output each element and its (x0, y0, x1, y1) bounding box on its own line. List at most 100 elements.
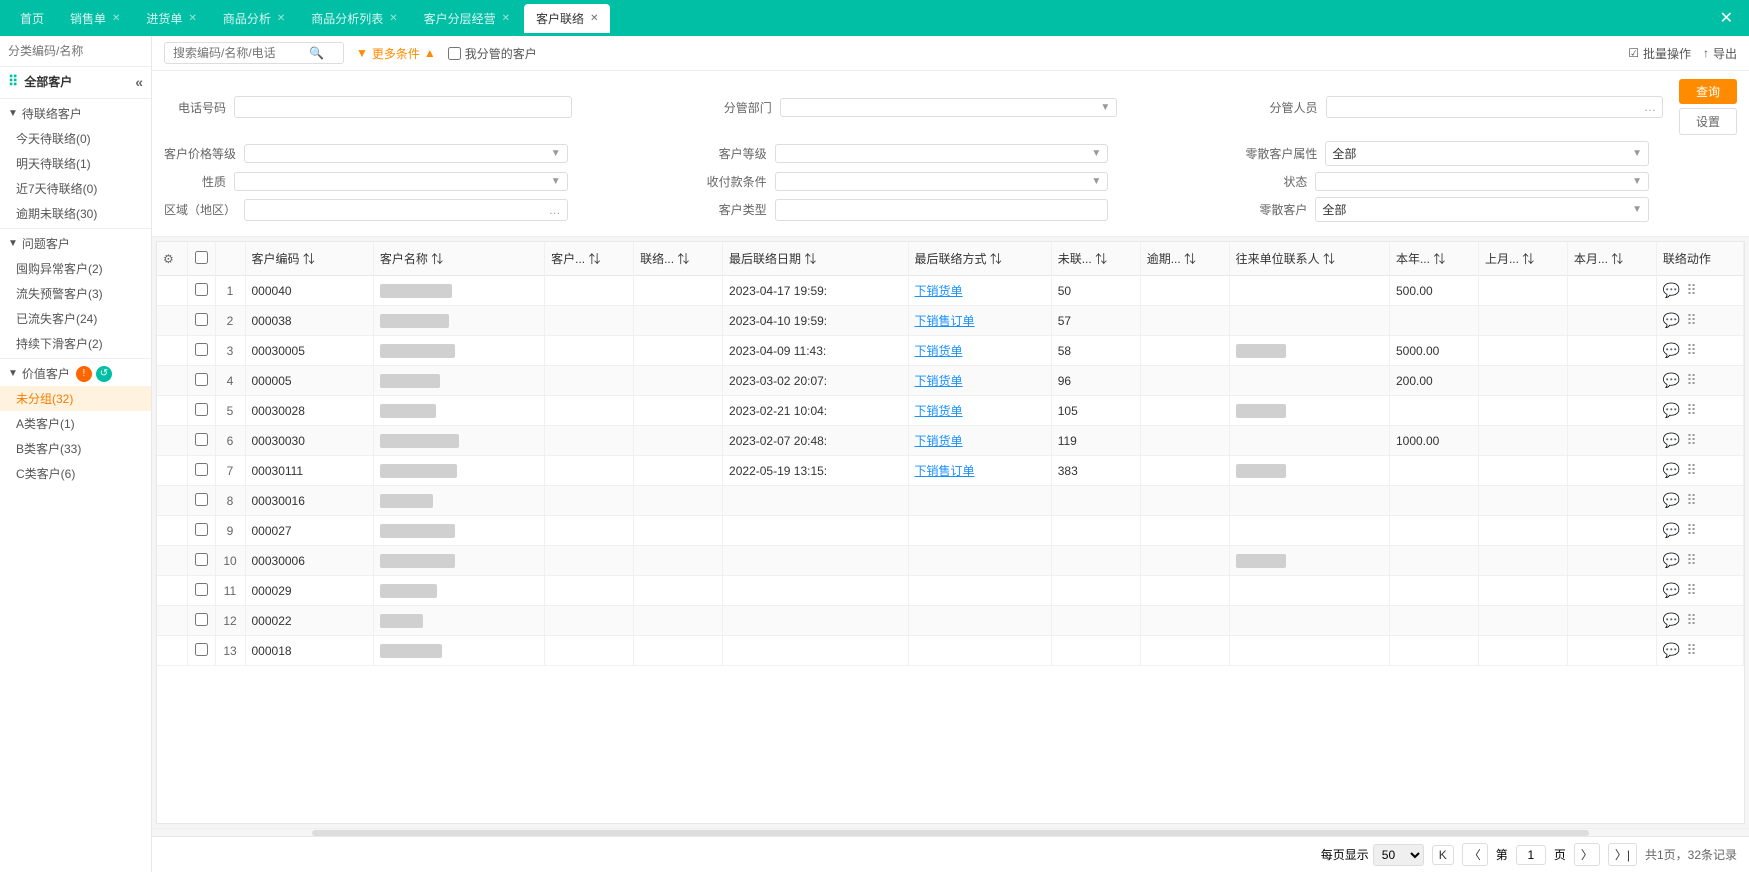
window-close-button[interactable]: ✕ (1712, 8, 1741, 28)
tab-sales[interactable]: 销售单 ✕ (58, 4, 132, 33)
last-way-link[interactable]: 下销货单 (915, 344, 963, 358)
reset-button[interactable]: 设置 (1679, 108, 1737, 135)
my-customers-check[interactable] (448, 47, 461, 60)
chat-icon[interactable]: 💬 (1663, 492, 1680, 509)
chat-icon[interactable]: 💬 (1663, 402, 1680, 419)
next-page-btn[interactable]: 〉 (1574, 843, 1600, 866)
row-checkbox[interactable] (195, 313, 208, 326)
col-last-month[interactable]: 上月... ⇅ (1478, 242, 1567, 276)
retail-attr-select[interactable]: 全部 ▼ (1325, 141, 1649, 166)
col-contact[interactable]: 联络... ⇅ (634, 242, 723, 276)
row-checkbox[interactable] (195, 463, 208, 476)
first-page-btn[interactable]: K (1432, 845, 1454, 865)
row-checkbox[interactable] (195, 523, 208, 536)
settings-gear-icon[interactable]: ⚙ (163, 252, 174, 266)
all-customers-header[interactable]: ⠿ 全部客户 « (0, 67, 151, 96)
sidebar-item-7days[interactable]: 近7天待联络(0) (0, 176, 151, 201)
grid-icon[interactable]: ⠿ (1686, 282, 1696, 299)
page-input[interactable] (1516, 845, 1546, 865)
tab-customer-contact[interactable]: 客户联络 ✕ (524, 4, 610, 33)
close-customer-contact-tab[interactable]: ✕ (590, 13, 598, 24)
chat-icon[interactable]: 💬 (1663, 342, 1680, 359)
region-select[interactable]: … (244, 199, 568, 221)
grid-icon[interactable]: ⠿ (1686, 312, 1696, 329)
phone-input[interactable] (234, 96, 572, 118)
tab-product-analysis[interactable]: 商品分析 ✕ (211, 4, 297, 33)
sidebar-item-class-c[interactable]: C类客户(6) (0, 461, 151, 486)
col-this-month[interactable]: 本月... ⇅ (1567, 242, 1656, 276)
last-way-link[interactable]: 下销货单 (915, 434, 963, 448)
select-all-checkbox[interactable] (195, 251, 208, 264)
col-unit-contact[interactable]: 往来单位联系人 ⇅ (1229, 242, 1389, 276)
batch-op-btn[interactable]: ☑ 批量操作 (1628, 45, 1691, 62)
row-checkbox[interactable] (195, 283, 208, 296)
chat-icon[interactable]: 💬 (1663, 642, 1680, 659)
retail-select[interactable]: 全部 ▼ (1315, 197, 1649, 222)
prev-page-btn[interactable]: 〈 (1462, 843, 1488, 866)
grid-icon[interactable]: ⠿ (1686, 342, 1696, 359)
row-checkbox[interactable] (195, 403, 208, 416)
grid-icon[interactable]: ⠿ (1686, 552, 1696, 569)
sidebar-collapse-btn[interactable]: « (135, 74, 143, 90)
col-code[interactable]: 客户编码 ⇅ (245, 242, 373, 276)
chat-icon[interactable]: 💬 (1663, 612, 1680, 629)
col-last-date[interactable]: 最后联络日期 ⇅ (723, 242, 908, 276)
sidebar-item-tomorrow[interactable]: 明天待联络(1) (0, 151, 151, 176)
grid-icon[interactable]: ⠿ (1686, 582, 1696, 599)
grid-icon[interactable]: ⠿ (1686, 522, 1696, 539)
status-select[interactable]: ▼ (1315, 172, 1649, 191)
chat-icon[interactable]: 💬 (1663, 522, 1680, 539)
manager-select[interactable]: … (1326, 96, 1664, 118)
main-search-input[interactable] (173, 46, 303, 60)
category-search-input[interactable] (8, 44, 152, 58)
col-name[interactable]: 客户名称 ⇅ (373, 242, 544, 276)
row-checkbox[interactable] (195, 553, 208, 566)
group-problem-header[interactable]: ▼ 问题客户 (0, 231, 151, 256)
chat-icon[interactable]: 💬 (1663, 312, 1680, 329)
col-type[interactable]: 客户... ⇅ (545, 242, 634, 276)
nature-select[interactable]: ▼ (234, 172, 568, 191)
close-product-list-tab[interactable]: ✕ (389, 13, 397, 24)
col-settings[interactable]: ⚙ (157, 242, 187, 276)
my-customers-checkbox[interactable]: 我分管的客户 (448, 45, 537, 62)
col-last-way[interactable]: 最后联络方式 ⇅ (908, 242, 1051, 276)
sidebar-item-ungroups[interactable]: 未分组(32) (0, 386, 151, 411)
grid-icon[interactable]: ⠿ (1686, 372, 1696, 389)
h-scrollbar[interactable] (152, 828, 1749, 836)
sidebar-item-declining[interactable]: 持续下滑客户(2) (0, 331, 151, 356)
col-this-year[interactable]: 本年... ⇅ (1389, 242, 1478, 276)
row-checkbox[interactable] (195, 613, 208, 626)
row-checkbox[interactable] (195, 493, 208, 506)
chat-icon[interactable]: 💬 (1663, 582, 1680, 599)
sidebar-item-warn[interactable]: 流失预警客户(3) (0, 281, 151, 306)
grid-icon[interactable]: ⠿ (1686, 612, 1696, 629)
last-way-link[interactable]: 下销货单 (915, 374, 963, 388)
tab-home[interactable]: 首页 (8, 4, 56, 33)
sidebar-item-today[interactable]: 今天待联络(0) (0, 126, 151, 151)
row-checkbox[interactable] (195, 433, 208, 446)
chat-icon[interactable]: 💬 (1663, 432, 1680, 449)
chat-icon[interactable]: 💬 (1663, 552, 1680, 569)
last-way-link[interactable]: 下销售订单 (915, 464, 975, 478)
close-customer-segment-tab[interactable]: ✕ (502, 13, 510, 24)
price-grade-select[interactable]: ▼ (244, 144, 568, 163)
close-sales-tab[interactable]: ✕ (112, 13, 120, 24)
last-way-link[interactable]: 下销货单 (915, 284, 963, 298)
grid-icon[interactable]: ⠿ (1686, 462, 1696, 479)
tab-product-list[interactable]: 商品分析列表 ✕ (299, 4, 409, 33)
more-conditions-btn[interactable]: ▼ 更多条件 ▲ (356, 45, 436, 62)
grid-icon[interactable]: ⠿ (1686, 402, 1696, 419)
chat-icon[interactable]: 💬 (1663, 372, 1680, 389)
payment-select[interactable]: ▼ (775, 172, 1109, 191)
group-pending-header[interactable]: ▼ 待联络客户 (0, 101, 151, 126)
sidebar-item-lost[interactable]: 已流失客户(24) (0, 306, 151, 331)
tab-purchase[interactable]: 进货单 ✕ (134, 4, 208, 33)
search-button[interactable]: 查询 (1679, 79, 1737, 104)
last-way-link[interactable]: 下销货单 (915, 404, 963, 418)
customer-type-input[interactable] (775, 199, 1109, 221)
refresh-icon[interactable]: ↺ (96, 366, 112, 382)
sidebar-item-abnormal[interactable]: 囤购异常客户(2) (0, 256, 151, 281)
dept-select[interactable]: ▼ (780, 98, 1118, 117)
group-value-header[interactable]: ▼ 价值客户 ! ↺ (0, 361, 151, 386)
per-page-select[interactable]: 50 100 200 (1373, 844, 1424, 866)
